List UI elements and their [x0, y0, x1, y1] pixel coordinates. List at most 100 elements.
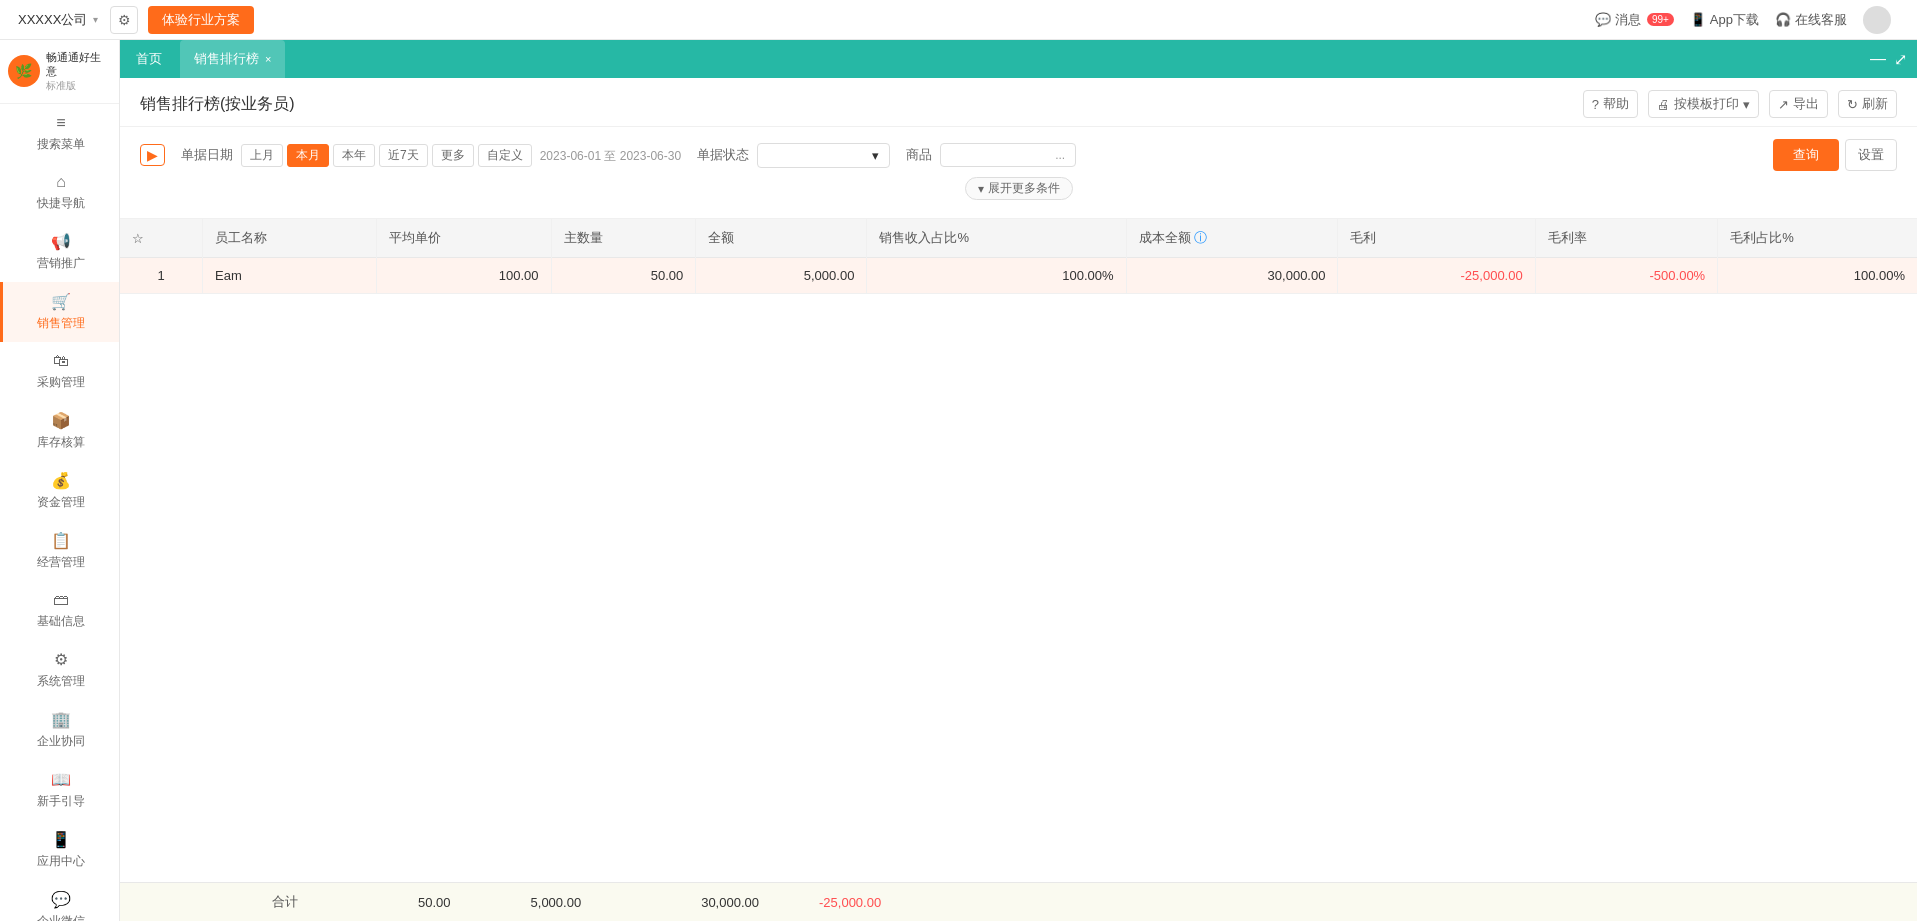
sidebar: 🌿 畅通通好生意 标准版 ≡ 搜索菜单 ⌂ 快捷导航 📢 营销推广 🛒 销售管理…: [0, 40, 120, 921]
col-main-qty: 主数量: [551, 219, 696, 258]
sidebar-label-search-order: 搜索菜单: [37, 136, 85, 153]
sidebar-item-quick-nav[interactable]: ⌂ 快捷导航: [0, 163, 119, 222]
export-btn[interactable]: ↗ 导出: [1769, 90, 1828, 118]
table-row: 1Eam100.0050.005,000.00100.00%30,000.00-…: [120, 258, 1917, 294]
sidebar-item-funds[interactable]: 💰 资金管理: [0, 461, 119, 521]
trial-button[interactable]: 体验行业方案: [148, 6, 254, 34]
goods-filter-label: 商品: [906, 146, 932, 164]
company-selector[interactable]: XXXXX公司 ▾: [10, 11, 106, 29]
footer-cost: 30,000.00: [701, 895, 759, 910]
sidebar-item-purchase[interactable]: 🛍 采购管理: [0, 342, 119, 401]
col-rank: ☆: [120, 219, 203, 258]
cell-main_qty: 50.00: [551, 258, 696, 294]
sidebar-label-enterprise-collab: 企业协同: [37, 733, 85, 750]
goods-more-btn[interactable]: ...: [1055, 148, 1065, 162]
tab-sales-ranking[interactable]: 销售排行榜 ×: [180, 40, 285, 78]
tab-bar-right: — ⤢: [1870, 50, 1917, 69]
app-download-label: App下载: [1710, 11, 1759, 29]
purchase-icon: 🛍: [53, 352, 69, 370]
refresh-btn[interactable]: ↻ 刷新: [1838, 90, 1897, 118]
online-service-label: 在线客服: [1795, 11, 1847, 29]
expand-conditions-btn[interactable]: ▾ 展开更多条件: [965, 177, 1073, 200]
sidebar-item-operations[interactable]: 📋 经营管理: [0, 521, 119, 581]
col-sales-pct: 销售收入占比%: [867, 219, 1126, 258]
date-btn-last-month[interactable]: 上月: [241, 144, 283, 167]
system-icon: ⚙: [54, 650, 68, 669]
ranking-table: ☆ 员工名称 平均单价 主数量 全额 销售收入占比% 成本全额 ⓘ 毛利 毛利率…: [120, 219, 1917, 294]
settings-icon-btn[interactable]: ⚙: [110, 6, 138, 34]
tab-home[interactable]: 首页: [120, 40, 178, 78]
wechat-icon: 💬: [51, 890, 71, 909]
sales-icon: 🛒: [51, 292, 71, 311]
tab-close-icon[interactable]: ×: [265, 53, 271, 65]
app-download-icon: 📱: [1690, 12, 1706, 27]
cell-amount: 5,000.00: [696, 258, 867, 294]
sidebar-item-beginner[interactable]: 📖 新手引导: [0, 760, 119, 820]
sidebar-item-sales[interactable]: 🛒 销售管理: [0, 282, 119, 342]
basic-info-icon: 🗃: [53, 591, 69, 609]
company-chevron-icon: ▾: [93, 14, 98, 25]
query-button[interactable]: 查询: [1773, 139, 1839, 171]
status-chevron-icon: ▾: [872, 148, 879, 163]
enterprise-collab-icon: 🏢: [51, 710, 71, 729]
footer-gross: -25,000.00: [819, 895, 881, 910]
date-btn-more[interactable]: 更多: [432, 144, 474, 167]
logo-name: 畅通通好生意: [46, 50, 111, 79]
beginner-icon: 📖: [51, 770, 71, 789]
settings-button[interactable]: 设置: [1845, 139, 1897, 171]
footer-total-label: 合计: [272, 893, 298, 911]
date-filter-options: 上月 本月 本年 近7天 更多 自定义: [241, 144, 532, 167]
cell-cost: 30,000.00: [1126, 258, 1338, 294]
date-btn-this-year[interactable]: 本年: [333, 144, 375, 167]
logo-icon: 🌿: [8, 55, 40, 87]
help-icon: ?: [1592, 97, 1599, 112]
sidebar-label-funds: 资金管理: [37, 494, 85, 511]
tab-bar: 首页 销售排行榜 × — ⤢: [120, 40, 1917, 78]
sidebar-item-enterprise-collab[interactable]: 🏢 企业协同: [0, 700, 119, 760]
col-avg-price: 平均单价: [377, 219, 551, 258]
status-filter-label: 单据状态: [697, 146, 749, 164]
col-gross-pct: 毛利占比%: [1718, 219, 1917, 258]
tab-sales-ranking-label: 销售排行榜: [194, 50, 259, 68]
goods-filter-group: 商品 ...: [906, 143, 1076, 167]
sidebar-label-beginner: 新手引导: [37, 793, 85, 810]
template-print-btn[interactable]: 🖨 按模板打印 ▾: [1648, 90, 1759, 118]
sidebar-label-basic-info: 基础信息: [37, 613, 85, 630]
content-area: 首页 销售排行榜 × — ⤢ 销售排行榜(按业务员) ? 帮助: [120, 40, 1917, 921]
cell-gross_pct: 100.00%: [1718, 258, 1917, 294]
sidebar-item-app-center[interactable]: 📱 应用中心: [0, 820, 119, 880]
date-range-display: 2023-06-01 至 2023-06-30: [540, 148, 681, 165]
date-btn-custom[interactable]: 自定义: [478, 144, 532, 167]
top-bar-right: 💬 消息 99+ 📱 App下载 🎧 在线客服: [1595, 6, 1907, 34]
sidebar-item-system[interactable]: ⚙ 系统管理: [0, 640, 119, 700]
search-order-icon: ≡: [56, 114, 65, 132]
app-download-btn[interactable]: 📱 App下载: [1690, 11, 1759, 29]
marketing-icon: 📢: [51, 232, 71, 251]
help-btn[interactable]: ? 帮助: [1583, 90, 1638, 118]
avatar[interactable]: [1863, 6, 1891, 34]
message-icon: 💬: [1595, 12, 1611, 27]
sidebar-item-basic-info[interactable]: 🗃 基础信息: [0, 581, 119, 640]
cost-info-icon[interactable]: ⓘ: [1194, 230, 1207, 245]
date-btn-7days[interactable]: 近7天: [379, 144, 428, 167]
window-minimize-icon[interactable]: —: [1870, 50, 1886, 68]
quick-nav-icon: ⌂: [56, 173, 66, 191]
col-gross: 毛利: [1338, 219, 1535, 258]
sidebar-label-inventory: 库存核算: [37, 434, 85, 451]
expand-row: ▾ 展开更多条件: [140, 171, 1897, 206]
date-btn-this-month[interactable]: 本月: [287, 144, 329, 167]
message-btn[interactable]: 💬 消息 99+: [1595, 11, 1674, 29]
sidebar-label-marketing: 营销推广: [37, 255, 85, 272]
sidebar-item-marketing[interactable]: 📢 营销推广: [0, 222, 119, 282]
filter-toggle-btn[interactable]: ▶: [140, 144, 165, 166]
table-header-row: ☆ 员工名称 平均单价 主数量 全额 销售收入占比% 成本全额 ⓘ 毛利 毛利率…: [120, 219, 1917, 258]
export-label: 导出: [1793, 95, 1819, 113]
sidebar-item-search-order[interactable]: ≡ 搜索菜单: [0, 104, 119, 163]
status-select[interactable]: ▾: [757, 143, 890, 168]
goods-input[interactable]: ...: [940, 143, 1076, 167]
sidebar-item-wechat[interactable]: 💬 企业微信: [0, 880, 119, 921]
online-service-btn[interactable]: 🎧 在线客服: [1775, 11, 1847, 29]
window-maximize-icon[interactable]: ⤢: [1894, 50, 1907, 69]
operations-icon: 📋: [51, 531, 71, 550]
sidebar-item-inventory[interactable]: 📦 库存核算: [0, 401, 119, 461]
